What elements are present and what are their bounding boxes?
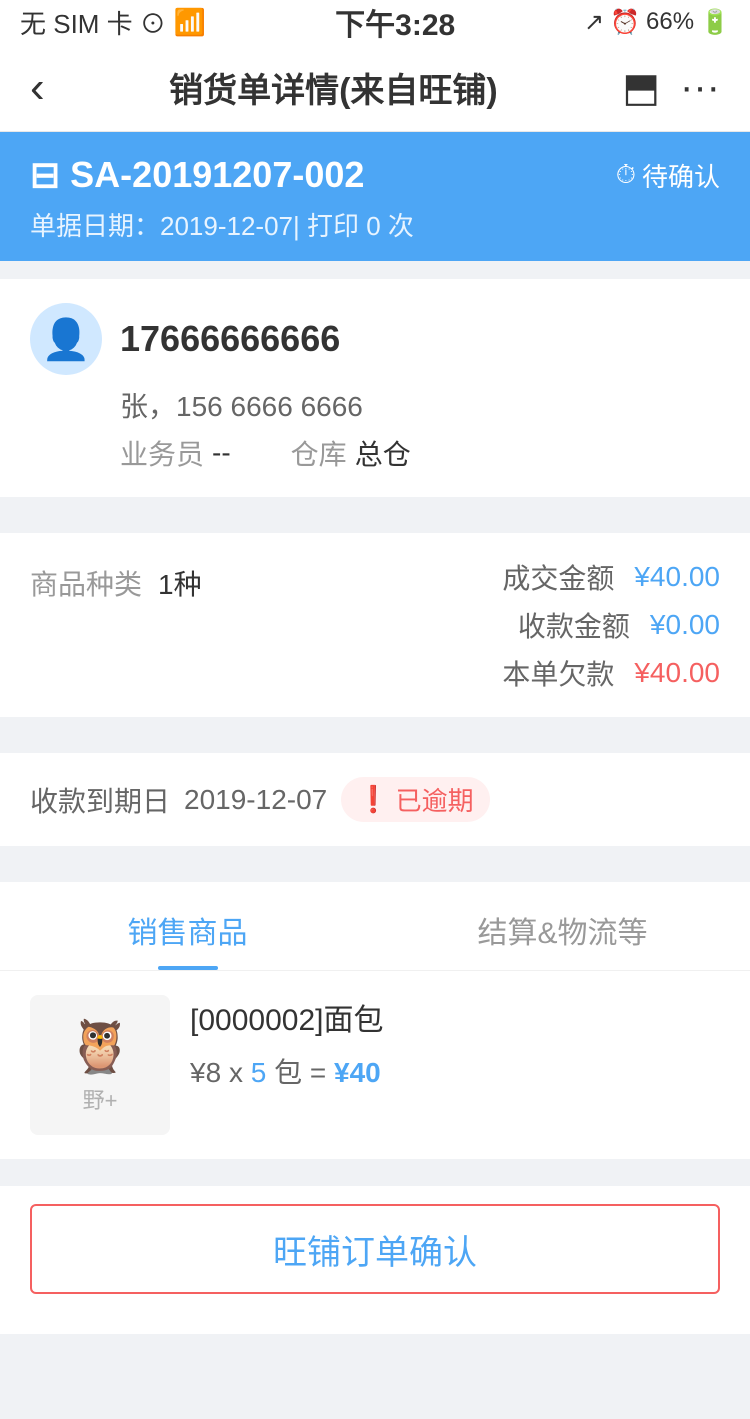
customer-detail: 张，156 6666 6666 (120, 385, 720, 425)
product-price: ¥8 x 5 包 = ¥40 (190, 1051, 383, 1091)
alarm-icon: ⏰ (610, 8, 640, 37)
multiply-sign: x (229, 1057, 243, 1088)
sales-label: 业务员 (120, 433, 204, 473)
nav-bar: ‹ 销货单详情(来自旺铺) ⬒ ··· (0, 44, 750, 132)
overdue-icon: ❗ (357, 784, 389, 815)
customer-meta: 业务员 -- 仓库 总仓 (120, 433, 720, 473)
product-thumb-plus: 野+ (83, 1083, 118, 1115)
status-clock-icon: ⏱ (616, 159, 636, 191)
received-row: 收款金额 ¥0.00 (518, 605, 720, 645)
debt-row: 本单欠款 ¥40.00 (502, 653, 720, 693)
product-info: [0000002]面包 ¥8 x 5 包 = ¥40 (190, 995, 383, 1135)
product-section: 🦉 野+ [0000002]面包 ¥8 x 5 包 = ¥40 (0, 971, 750, 1159)
due-date: 2019-12-07 (184, 784, 327, 816)
amount-stats: 成交金额 ¥40.00 收款金额 ¥0.00 本单欠款 ¥40.00 (502, 557, 720, 693)
location-icon: ↗ (584, 8, 604, 37)
confirm-bar: 旺铺订单确认 (0, 1186, 750, 1334)
received-value: ¥0.00 (650, 609, 720, 641)
order-id-icon: ⊟ (30, 154, 60, 196)
divider-1 (0, 497, 750, 515)
order-status: ⏱ 待确认 (616, 157, 720, 194)
product-thumb-icon: 🦉 (68, 1016, 133, 1077)
warehouse-meta: 仓库 总仓 (291, 433, 411, 473)
customer-section: 👤 17666666666 张，156 6666 6666 业务员 -- 仓库 … (0, 279, 750, 497)
stats-section: 商品种类 1种 成交金额 ¥40.00 收款金额 ¥0.00 本单欠款 ¥40.… (0, 533, 750, 717)
type-label: 商品种类 (30, 563, 142, 603)
status-bar: 无 SIM 卡 ⊙ 📶 下午3:28 ↗ ⏰ 66% 🔋 (0, 0, 750, 44)
order-id-text: SA-20191207-002 (70, 154, 364, 196)
sim-status: 无 SIM 卡 ⊙ (20, 4, 166, 41)
avatar-icon: 👤 (41, 316, 91, 363)
wifi-icon: 📶 (174, 7, 206, 38)
product-unit: 包 (274, 1057, 302, 1088)
status-label: 待确认 (642, 157, 720, 194)
amount-row: 成交金额 ¥40.00 (502, 557, 720, 597)
due-section: 收款到期日 2019-12-07 ❗ 已逾期 (0, 753, 750, 846)
product-qty: 5 (251, 1057, 267, 1088)
confirm-button[interactable]: 旺铺订单确认 (30, 1204, 720, 1294)
due-label: 收款到期日 (30, 780, 170, 820)
tabs-section: 销售商品 结算&物流等 (0, 882, 750, 971)
battery-percent: 66% (646, 8, 694, 36)
debt-value: ¥40.00 (634, 657, 720, 689)
tab-settlement[interactable]: 结算&物流等 (375, 882, 750, 970)
product-title: 面包 (323, 1004, 383, 1037)
back-button[interactable]: ‹ (30, 63, 45, 113)
sales-meta: 业务员 -- (120, 433, 231, 473)
tab-sales[interactable]: 销售商品 (0, 882, 375, 970)
received-label: 收款金额 (518, 605, 630, 645)
share-button[interactable]: ⬒ (622, 65, 660, 111)
equals-sign: = (310, 1057, 326, 1088)
order-header: ⊟ SA-20191207-002 ⏱ 待确认 单据日期：2019-12-07|… (0, 132, 750, 261)
price-unit: ¥8 (190, 1057, 221, 1088)
warehouse-value: 总仓 (355, 433, 411, 473)
debt-label: 本单欠款 (502, 653, 614, 693)
more-button[interactable]: ··· (680, 65, 720, 110)
avatar: 👤 (30, 303, 102, 375)
amount-value: ¥40.00 (634, 561, 720, 593)
product-type: 商品种类 1种 (30, 557, 202, 603)
product-code: [0000002] (190, 1004, 323, 1037)
status-right: ↗ ⏰ 66% 🔋 (584, 8, 730, 37)
order-id: ⊟ SA-20191207-002 (30, 154, 364, 196)
status-left: 无 SIM 卡 ⊙ 📶 (20, 4, 206, 41)
warehouse-label: 仓库 (291, 433, 347, 473)
status-time: 下午3:28 (335, 0, 455, 44)
product-name: [0000002]面包 (190, 995, 383, 1039)
amount-label: 成交金额 (502, 557, 614, 597)
divider-2 (0, 717, 750, 735)
customer-phone: 17666666666 (120, 318, 340, 360)
product-thumbnail: 🦉 野+ (30, 995, 170, 1135)
overdue-badge: ❗ 已逾期 (341, 777, 489, 822)
product-total: ¥40 (334, 1057, 381, 1088)
order-date: 单据日期：2019-12-07| 打印 0 次 (30, 206, 720, 243)
nav-icons: ⬒ ··· (622, 65, 720, 111)
divider-3 (0, 846, 750, 864)
overdue-text: 已逾期 (396, 781, 474, 818)
battery-icon: 🔋 (700, 8, 730, 37)
page-title: 销货单详情(来自旺铺) (169, 63, 498, 112)
type-value: 1种 (158, 563, 202, 603)
sales-value: -- (212, 437, 231, 469)
